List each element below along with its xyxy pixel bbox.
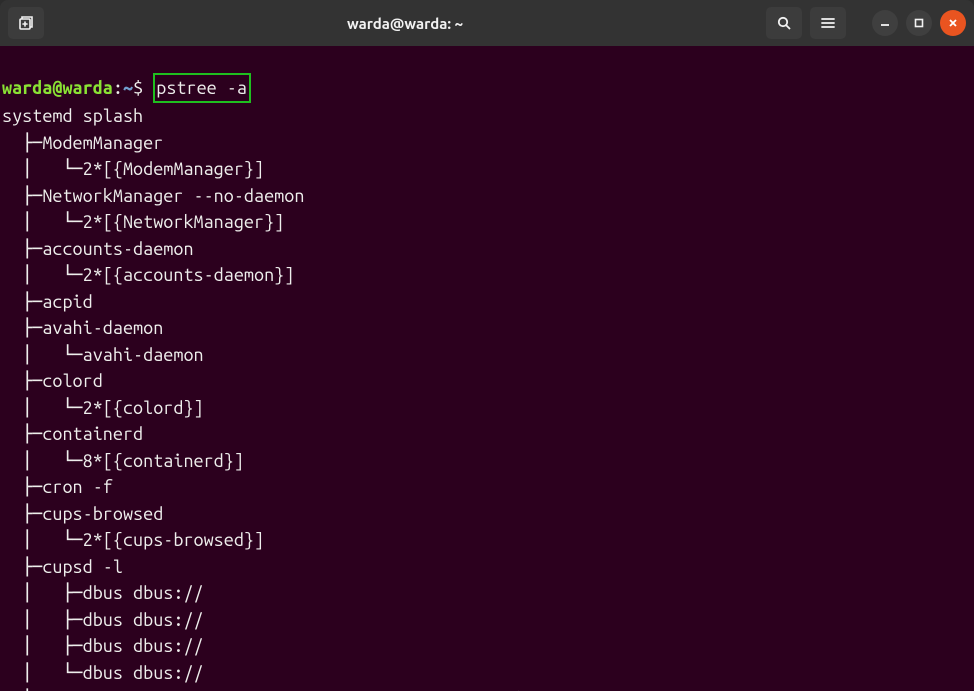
menu-button[interactable]: [810, 7, 846, 39]
tree-line: │ └─avahi-daemon: [2, 345, 204, 365]
tree-line: │ └─2*[{colord}]: [2, 398, 204, 418]
tree-line: │ └─8*[{containerd}]: [2, 451, 244, 471]
search-button[interactable]: [766, 7, 802, 39]
tree-line: ├─ModemManager: [2, 133, 163, 153]
tree-line: │ ├─dbus dbus://: [2, 583, 204, 603]
tree-line: │ └─2*[{ModemManager}]: [2, 159, 264, 179]
tree-line: │ └─2*[{cups-browsed}]: [2, 530, 264, 550]
window-title: warda@warda: ~: [44, 15, 766, 32]
title-bar: warda@warda: ~: [0, 0, 974, 46]
tree-line: ├─cron -f: [2, 477, 113, 497]
tree-line: │ ├─dbus dbus://: [2, 610, 204, 630]
tree-line: │ └─2*[{NetworkManager}]: [2, 212, 284, 232]
tree-line: ├─containerd: [2, 424, 143, 444]
tree-line: ├─avahi-daemon: [2, 318, 163, 338]
tree-line: ├─acpid: [2, 292, 93, 312]
new-tab-button[interactable]: [8, 7, 44, 39]
terminal-output[interactable]: warda@warda:~$ pstree -a systemd splash …: [0, 46, 974, 691]
prompt-user: warda@warda: [2, 78, 113, 98]
tree-line: systemd splash: [2, 106, 143, 126]
tree-line: ├─accounts-daemon: [2, 239, 194, 259]
tree-line: │ └─2*[{accounts-daemon}]: [2, 265, 294, 285]
tree-line: ├─cups-browsed: [2, 504, 163, 524]
close-button[interactable]: [940, 10, 966, 36]
prompt-sep: :: [113, 78, 123, 98]
prompt-path: ~: [123, 78, 133, 98]
prompt-dollar: $: [133, 78, 153, 98]
tree-line: │ ├─dbus dbus://: [2, 636, 204, 656]
tree-line: ├─colord: [2, 371, 103, 391]
command-highlight: pstree -a: [153, 73, 251, 104]
tree-line: │ └─dbus dbus://: [2, 663, 204, 683]
tree-line: ├─NetworkManager --no-daemon: [2, 186, 304, 206]
tree-line: ├─cupsd -l: [2, 557, 123, 577]
maximize-button[interactable]: [906, 10, 932, 36]
minimize-button[interactable]: [872, 10, 898, 36]
